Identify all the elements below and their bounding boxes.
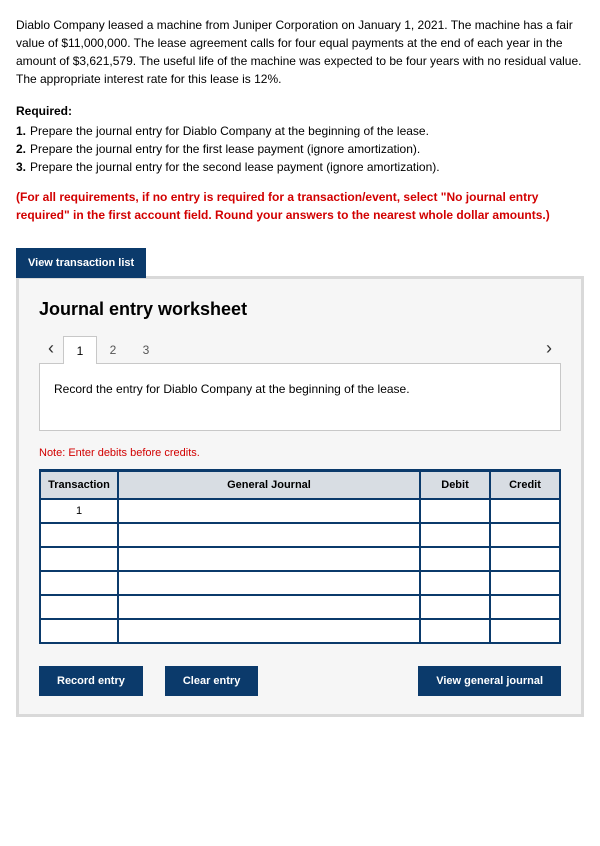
cell-credit[interactable]	[490, 547, 560, 571]
cell-debit[interactable]	[420, 571, 490, 595]
req-num: 2.	[16, 140, 26, 158]
transaction-description: Record the entry for Diablo Company at t…	[39, 364, 561, 431]
record-entry-button[interactable]: Record entry	[39, 666, 143, 696]
req-num: 1.	[16, 122, 26, 140]
col-header-debit: Debit	[420, 471, 490, 500]
view-general-journal-button[interactable]: View general journal	[418, 666, 561, 696]
journal-worksheet-panel: Journal entry worksheet ‹ 1 2 3 › Record…	[16, 276, 584, 717]
col-header-credit: Credit	[490, 471, 560, 500]
req-text: Prepare the journal entry for the first …	[30, 140, 420, 158]
cell-general-journal[interactable]	[118, 499, 420, 523]
cell-general-journal[interactable]	[118, 523, 420, 547]
cell-general-journal[interactable]	[118, 619, 420, 643]
pager-prev-icon[interactable]: ‹	[39, 333, 63, 363]
table-row	[40, 547, 560, 571]
cell-credit[interactable]	[490, 595, 560, 619]
table-row	[40, 595, 560, 619]
table-row	[40, 619, 560, 643]
action-row: Record entry Clear entry View general jo…	[39, 666, 561, 696]
clear-entry-button[interactable]: Clear entry	[165, 666, 258, 696]
cell-credit[interactable]	[490, 523, 560, 547]
cell-transaction-number	[40, 595, 118, 619]
cell-transaction-number: 1	[40, 499, 118, 523]
cell-transaction-number	[40, 619, 118, 643]
req-num: 3.	[16, 158, 26, 176]
cell-credit[interactable]	[490, 571, 560, 595]
pager-row: ‹ 1 2 3 ›	[39, 334, 561, 364]
col-header-general-journal: General Journal	[118, 471, 420, 500]
cell-debit[interactable]	[420, 523, 490, 547]
pager-tab-1[interactable]: 1	[63, 336, 97, 364]
journal-entry-table: Transaction General Journal Debit Credit…	[39, 469, 561, 644]
cell-debit[interactable]	[420, 595, 490, 619]
spacer	[280, 666, 396, 696]
cell-transaction-number	[40, 547, 118, 571]
requirement-3: 3. Prepare the journal entry for the sec…	[16, 158, 584, 176]
col-header-transaction: Transaction	[40, 471, 118, 500]
cell-credit[interactable]	[490, 499, 560, 523]
pager-next-icon[interactable]: ›	[537, 333, 561, 363]
problem-intro: Diablo Company leased a machine from Jun…	[16, 16, 584, 88]
red-instruction: (For all requirements, if no entry is re…	[16, 188, 584, 224]
cell-debit[interactable]	[420, 547, 490, 571]
table-row	[40, 571, 560, 595]
pager-tab-2[interactable]: 2	[96, 336, 130, 364]
cell-general-journal[interactable]	[118, 595, 420, 619]
worksheet-title: Journal entry worksheet	[39, 299, 561, 320]
note-debits-before-credits: Note: Enter debits before credits.	[39, 447, 561, 459]
requirement-2: 2. Prepare the journal entry for the fir…	[16, 140, 584, 158]
req-text: Prepare the journal entry for the second…	[30, 158, 440, 176]
table-row: 1	[40, 499, 560, 523]
req-text: Prepare the journal entry for Diablo Com…	[30, 122, 429, 140]
table-row	[40, 523, 560, 547]
pager-tab-3[interactable]: 3	[129, 336, 163, 364]
cell-credit[interactable]	[490, 619, 560, 643]
cell-transaction-number	[40, 523, 118, 547]
table-header-row: Transaction General Journal Debit Credit	[40, 471, 560, 500]
cell-debit[interactable]	[420, 499, 490, 523]
view-transaction-list-button[interactable]: View transaction list	[16, 248, 146, 278]
cell-debit[interactable]	[420, 619, 490, 643]
requirement-1: 1. Prepare the journal entry for Diablo …	[16, 122, 584, 140]
cell-general-journal[interactable]	[118, 571, 420, 595]
cell-transaction-number	[40, 571, 118, 595]
requirements-block: Required: 1. Prepare the journal entry f…	[16, 102, 584, 176]
cell-general-journal[interactable]	[118, 547, 420, 571]
required-heading: Required:	[16, 102, 584, 120]
